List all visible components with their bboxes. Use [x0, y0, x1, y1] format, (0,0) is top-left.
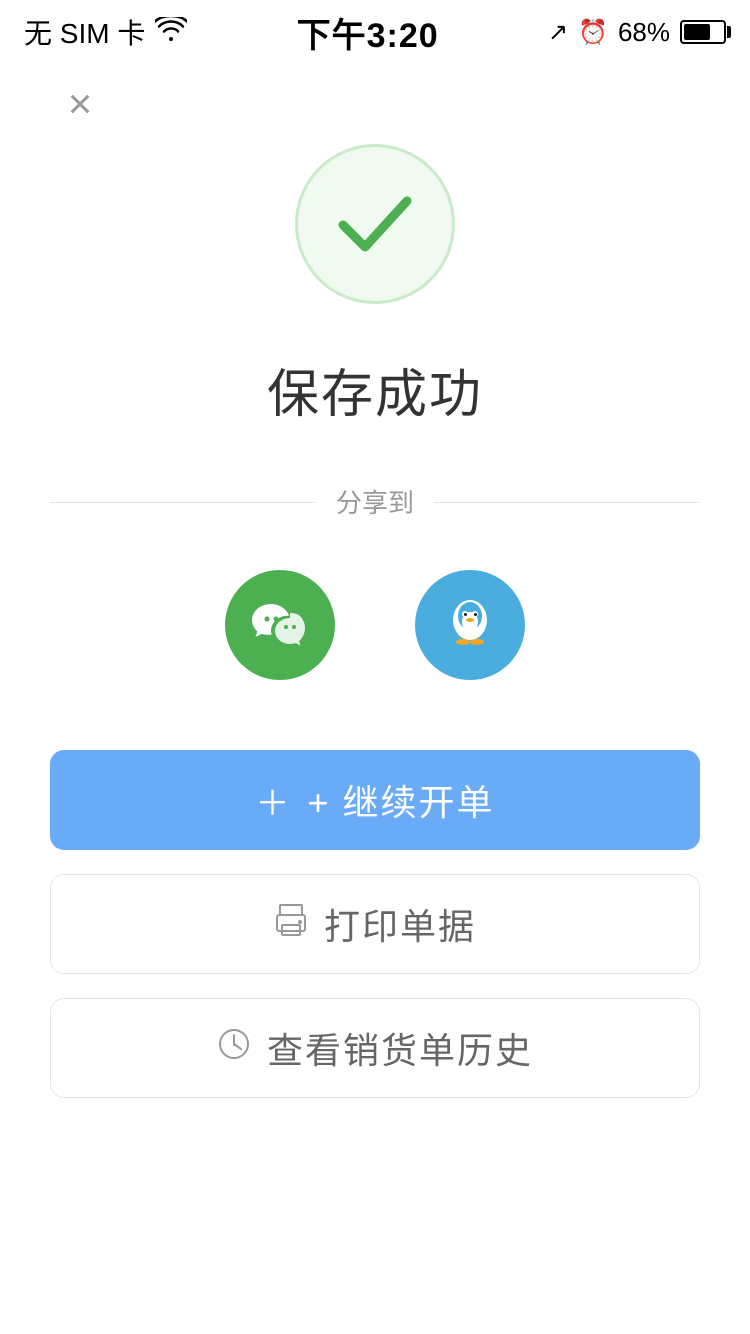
- close-button[interactable]: ×: [50, 74, 110, 134]
- printer-icon: [274, 903, 308, 946]
- main-content: 保存成功 分享到: [0, 64, 750, 1098]
- status-time: 下午3:20: [297, 8, 439, 57]
- share-label: 分享到: [316, 483, 434, 520]
- status-bar: 无 SIM 卡 下午3:20 ↗ ⏰ 68%: [0, 0, 750, 64]
- print-button[interactable]: 打印单据: [50, 874, 700, 974]
- checkmark-svg: [335, 189, 415, 259]
- continue-button[interactable]: ＋ + 继续开单: [50, 750, 700, 850]
- qq-icon: [440, 592, 500, 658]
- share-divider-section: 分享到: [50, 483, 700, 520]
- alarm-icon: ⏰: [578, 18, 608, 47]
- wechat-icon: [247, 596, 313, 654]
- no-sim-text: 无 SIM 卡: [24, 12, 145, 52]
- close-icon: ×: [68, 83, 93, 125]
- status-right: ↗ ⏰ 68%: [548, 17, 726, 48]
- history-button[interactable]: 查看销货单历史: [50, 998, 700, 1098]
- qq-share-button[interactable]: [415, 570, 525, 680]
- wifi-icon: [155, 17, 187, 48]
- history-label: 查看销货单历史: [267, 1022, 533, 1074]
- share-buttons-container: [225, 570, 525, 680]
- continue-label: + 继续开单: [307, 774, 494, 826]
- clock-icon: [217, 1027, 251, 1070]
- battery-icon: [680, 20, 726, 44]
- success-title: 保存成功: [267, 352, 483, 427]
- navigation-icon: ↗: [548, 18, 568, 47]
- action-buttons-container: ＋ + 继续开单 打印单据 查看销货单: [50, 750, 700, 1098]
- battery-percentage: 68%: [618, 17, 670, 48]
- wechat-share-button[interactable]: [225, 570, 335, 680]
- plus-icon: ＋: [255, 776, 291, 825]
- status-left: 无 SIM 卡: [24, 12, 187, 52]
- print-label: 打印单据: [324, 898, 476, 950]
- success-icon-circle: [295, 144, 455, 304]
